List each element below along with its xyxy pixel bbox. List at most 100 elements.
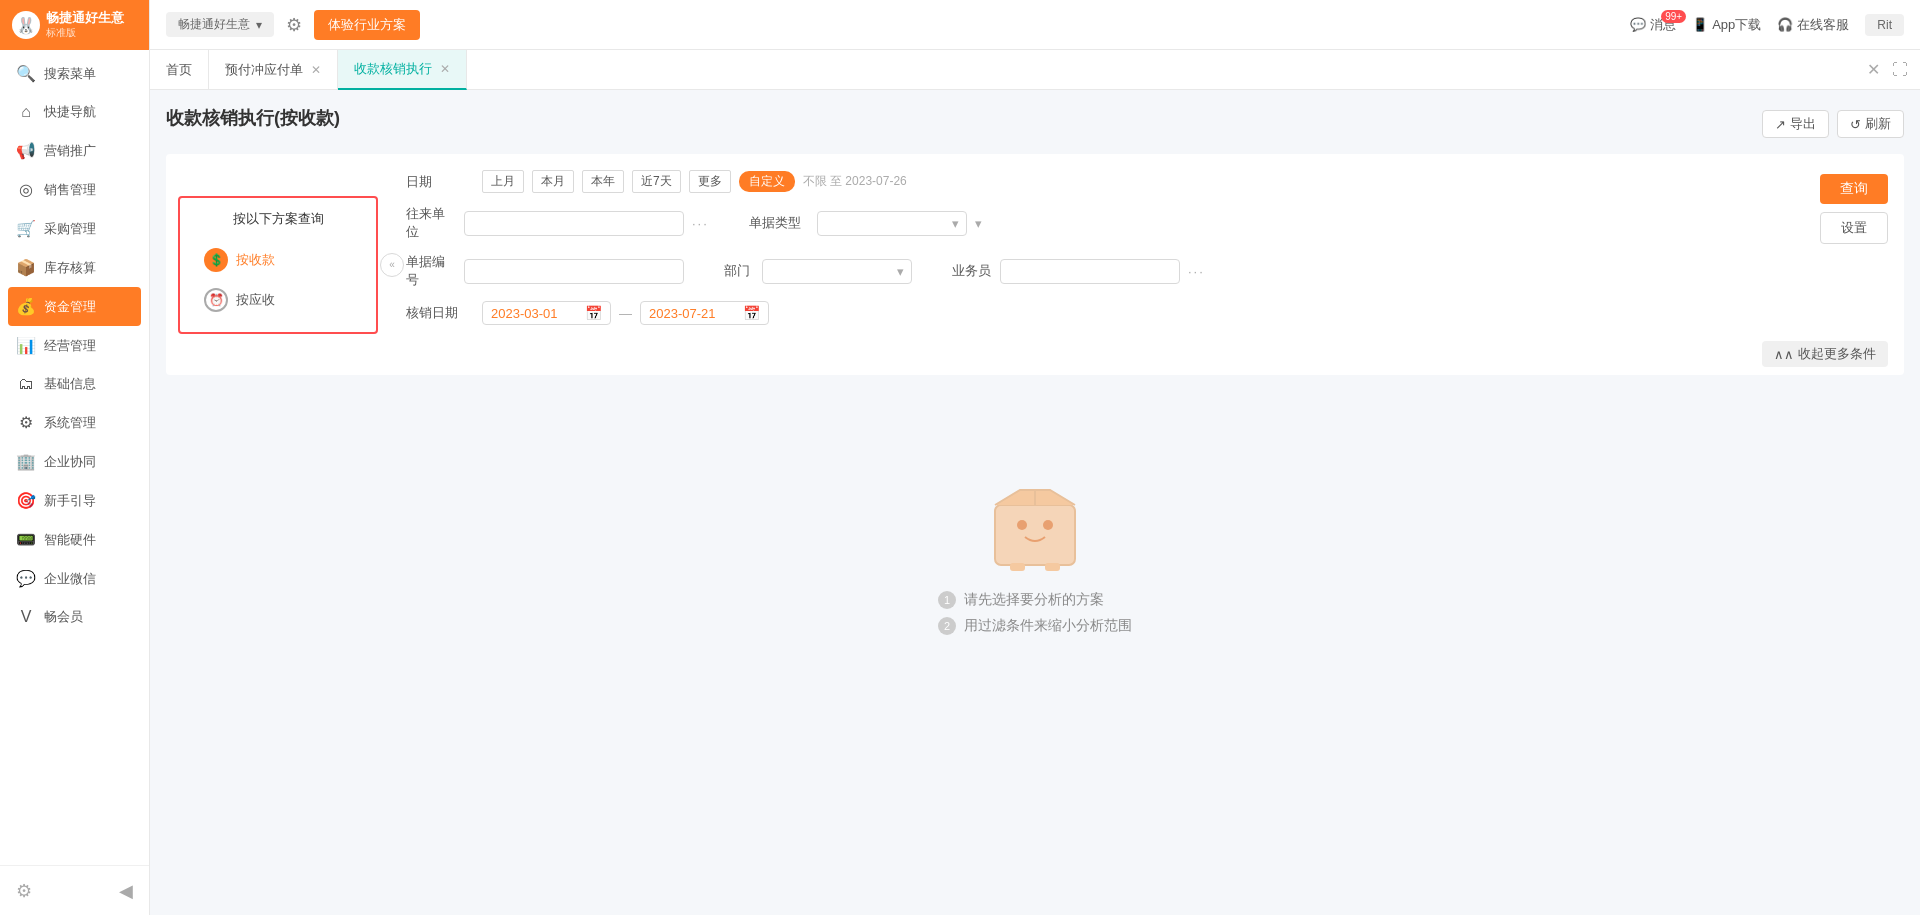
date-range: 📅 — 📅 [482,301,769,325]
filter-row-docno: 单据编号 [406,253,684,289]
corp-icon: 🏢 [16,452,36,471]
refresh-button[interactable]: ↺ 刷新 [1837,110,1904,138]
svg-rect-5 [1045,563,1060,571]
filter-row-dept: 部门 [724,259,912,284]
page-title: 收款核销执行(按收款) [166,106,340,130]
filter-right-form: 日期 上月 本月 本年 近7天 更多 自定义 不限 至 2023-07-26 [390,154,1904,375]
refresh-icon: ↺ [1850,117,1861,132]
svg-rect-4 [1010,563,1025,571]
sidebar-item-hardware[interactable]: 📟 智能硬件 [0,520,149,559]
docno-input[interactable] [464,259,684,284]
topbar-msg[interactable]: 💬 消息 99+ [1630,16,1676,34]
topbar-settings-icon[interactable]: ⚙ [286,14,302,36]
dept-select[interactable] [762,259,912,284]
inventory-icon: 📦 [16,258,36,277]
staff-dots[interactable]: ··· [1188,264,1205,279]
tab-collection[interactable]: 收款核销执行 ✕ [338,50,467,90]
sidebar-item-sales[interactable]: ◎ 销售管理 [0,170,149,209]
topbar-brand: 畅捷通好生意 ▾ [166,12,274,37]
tab-close-all-icon[interactable]: ✕ [1863,56,1884,83]
sidebar-item-inventory[interactable]: 📦 库存核算 [0,248,149,287]
finance-icon: 💰 [16,297,36,316]
svg-point-2 [1017,520,1027,530]
empty-illustration [965,455,1105,575]
date-hint: 不限 至 2023-07-26 [803,173,907,190]
filter-panel: 按以下方案查询 💲 按收款 ⏰ 按应收 « [166,154,1904,375]
plan-button[interactable]: 体验行业方案 [314,10,420,40]
sidebar-item-marketing[interactable]: 📢 营销推广 [0,131,149,170]
page-actions: ↗ 导出 ↺ 刷新 [1762,110,1904,138]
hardware-icon: 📟 [16,530,36,549]
topbar-user[interactable]: Rit [1865,14,1904,36]
date-btn-7days[interactable]: 近7天 [632,170,681,193]
sidebar-item-operation[interactable]: 📊 经营管理 [0,326,149,365]
filter-left-panel: 按以下方案查询 💲 按收款 ⏰ 按应收 [178,196,378,334]
counterparty-dots[interactable]: ··· [692,216,709,231]
sidebar-settings-icon[interactable]: ⚙ [16,880,32,902]
query-button[interactable]: 查询 [1820,174,1888,204]
settings-button[interactable]: 设置 [1820,212,1888,244]
export-button[interactable]: ↗ 导出 [1762,110,1829,138]
sidebar-collapse-icon[interactable]: ◀ [119,880,133,902]
topbar-app[interactable]: 📱 App下载 [1692,16,1761,34]
chevron-up-icon: ∧∧ [1774,347,1794,362]
filter-row-date: 日期 上月 本月 本年 近7天 更多 自定义 不限 至 2023-07-26 [406,170,1804,193]
sidebar-nav: 🔍 搜索菜单 ⌂ 快捷导航 📢 营销推广 ◎ 销售管理 🛒 采购管理 📦 库存核… [0,50,149,865]
export-icon: ↗ [1775,117,1786,132]
msg-icon: 💬 [1630,17,1646,32]
basic-icon: 🗂 [16,375,36,393]
date-btn-this-year[interactable]: 本年 [582,170,624,193]
filter-row-verifydate: 核销日期 📅 — 📅 [406,301,1804,325]
app-icon: 📱 [1692,17,1708,32]
doc-type-select[interactable] [817,211,967,236]
system-icon: ⚙ [16,413,36,432]
filter-option-receipt[interactable]: 💲 按收款 [192,240,364,280]
marketing-icon: 📢 [16,141,36,160]
tab-close-prepay[interactable]: ✕ [311,63,321,77]
calendar-start-icon[interactable]: 📅 [585,305,602,321]
search-icon: 🔍 [16,64,36,83]
tab-home[interactable]: 首页 [150,50,209,90]
verify-date-end-wrap: 📅 [640,301,769,325]
logo-icon: 🐰 [12,11,40,39]
staff-input[interactable] [1000,259,1180,284]
filter-row-doctype: 单据类型 ▾ [749,211,984,236]
verify-date-start[interactable] [491,306,581,321]
verify-date-end[interactable] [649,306,739,321]
sidebar-item-search[interactable]: 🔍 搜索菜单 [0,54,149,93]
service-icon: 🎧 [1777,17,1793,32]
empty-tips: 1 请先选择要分析的方案 2 用过滤条件来缩小分析范围 [938,591,1132,635]
tab-expand-icon[interactable]: ⛶ [1888,57,1912,83]
sales-icon: ◎ [16,180,36,199]
guide-icon: 🎯 [16,491,36,510]
collapse-more-button[interactable]: ∧∧ 收起更多条件 [1762,341,1888,367]
sidebar-bottom: ⚙ ◀ [0,865,149,915]
calendar-end-icon[interactable]: 📅 [743,305,760,321]
topbar-service[interactable]: 🎧 在线客服 [1777,16,1849,34]
date-btn-more[interactable]: 更多 [689,170,731,193]
date-btn-last-month[interactable]: 上月 [482,170,524,193]
sidebar: 🐰 畅捷通好生意 标准版 🔍 搜索菜单 ⌂ 快捷导航 📢 营销推广 ◎ 销售管理… [0,0,150,915]
sidebar-item-wechat[interactable]: 💬 企业微信 [0,559,149,598]
tabbar: 首页 预付冲应付单 ✕ 收款核销执行 ✕ ✕ ⛶ [150,50,1920,90]
main-wrap: 畅捷通好生意 ▾ ⚙ 体验行业方案 💬 消息 99+ 📱 App下载 🎧 在线客… [150,0,1920,915]
collapse-left-button[interactable]: « [380,253,404,277]
svg-rect-0 [995,505,1075,565]
sidebar-item-system[interactable]: ⚙ 系统管理 [0,403,149,442]
counterparty-input[interactable] [464,211,684,236]
sidebar-item-guide[interactable]: 🎯 新手引导 [0,481,149,520]
sidebar-item-purchase[interactable]: 🛒 采购管理 [0,209,149,248]
receivable-icon: ⏰ [204,288,228,312]
sidebar-item-quicknav[interactable]: ⌂ 快捷导航 [0,93,149,131]
tab-close-collection[interactable]: ✕ [440,62,450,76]
filter-option-receivable[interactable]: ⏰ 按应收 [192,280,364,320]
logo-text: 畅捷通好生意 标准版 [46,10,124,40]
sidebar-item-basic[interactable]: 🗂 基础信息 [0,365,149,403]
sidebar-item-member[interactable]: V 畅会员 [0,598,149,636]
date-btn-this-month[interactable]: 本月 [532,170,574,193]
sidebar-item-finance[interactable]: 💰 资金管理 [8,287,141,326]
topbar-right: 💬 消息 99+ 📱 App下载 🎧 在线客服 Rit [1630,14,1904,36]
sidebar-item-corp[interactable]: 🏢 企业协同 [0,442,149,481]
dept-select-wrap [762,259,912,284]
tab-prepay[interactable]: 预付冲应付单 ✕ [209,50,338,90]
